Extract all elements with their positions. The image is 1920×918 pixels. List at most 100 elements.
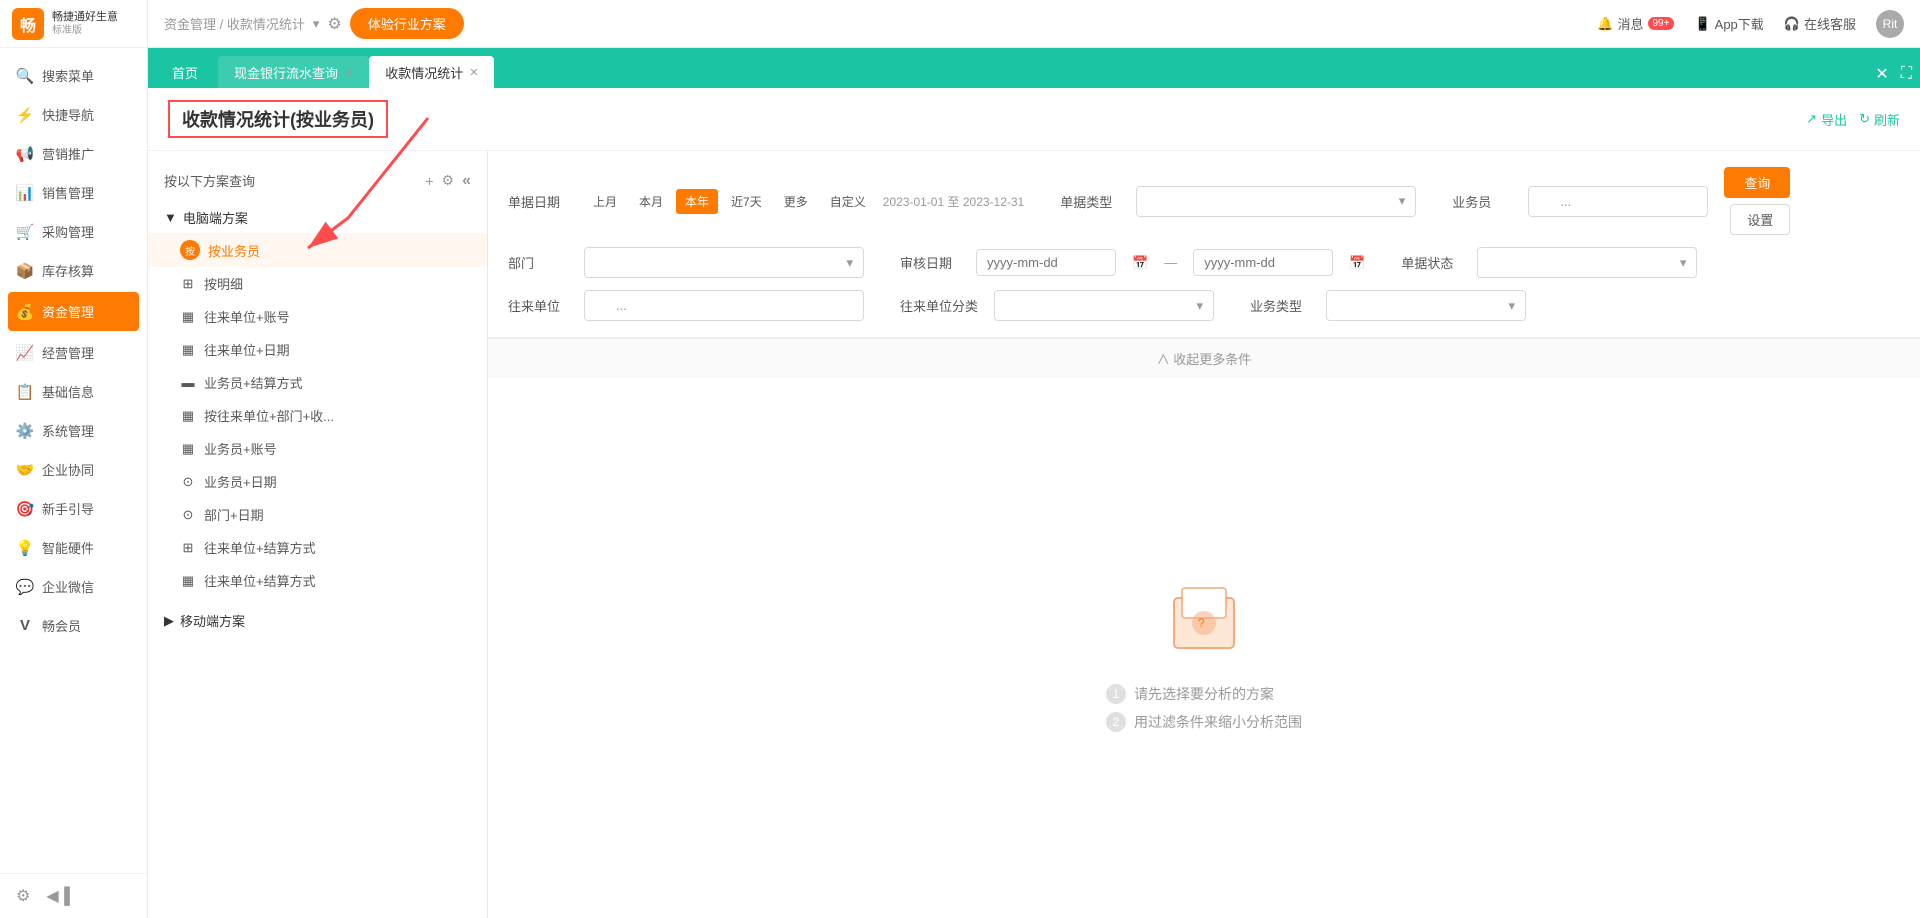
voucher-type-label: 单据类型 <box>1060 192 1120 211</box>
close-window-icon[interactable]: ✕ <box>1875 64 1888 84</box>
close-bank-flow-icon[interactable]: ✕ <box>344 66 353 79</box>
plan-item-dept-date[interactable]: ⊙ 部门+日期 <box>148 498 487 531</box>
sidebar-item-quick-nav[interactable]: ⚡ 快捷导航 <box>0 95 147 134</box>
sidebar-item-search-menu[interactable]: 🔍 搜索菜单 <box>0 56 147 95</box>
bar-chart-icon: ▬ <box>180 375 196 391</box>
plan-item-salesperson-settlement[interactable]: ▬ 业务员+结算方式 <box>148 366 487 399</box>
department-label: 部门 <box>508 253 568 272</box>
filter-section: 单据日期 上月 本月 本年 近7天 更多 自定义 2023-01-01 至 20… <box>488 151 1920 338</box>
desktop-section-toggle[interactable]: ▼ 电脑端方案 <box>148 202 487 233</box>
page-header: 收款情况统计(按业务员) ↗ 导出 ↻ 刷新 <box>148 88 1920 151</box>
settings-bottom-icon[interactable]: ⚙ <box>16 886 30 906</box>
plan-item-by-detail[interactable]: ⊞ 按明细 <box>148 267 487 300</box>
sidebar-item-marketing[interactable]: 📢 营销推广 <box>0 134 147 173</box>
plan-item-counterpart-settlement-2[interactable]: ▦ 往来单位+结算方式 <box>148 564 487 597</box>
mobile-section-toggle[interactable]: ▶ 移动端方案 <box>148 605 487 636</box>
shortcut-this-month[interactable]: 本月 <box>630 189 672 214</box>
tab-collection-stats[interactable]: 收款情况统计 ✕ <box>369 56 494 88</box>
status-select[interactable]: ▾ <box>1477 247 1697 278</box>
tabs-bar: 首页 现金银行流水查询 ✕ 收款情况统计 ✕ ✕ ⛶ <box>148 48 1920 88</box>
plan-item-counterpart-date[interactable]: ▦ 往来单位+日期 <box>148 333 487 366</box>
date-shortcuts: 上月 本月 本年 近7天 更多 自定义 2023-01-01 至 2023-12… <box>584 189 1024 214</box>
voucher-type-select[interactable]: ▾ <box>1136 186 1416 217</box>
sidebar-item-cooperation[interactable]: 🤝 企业协同 <box>0 450 147 489</box>
date-label: 单据日期 <box>508 192 568 211</box>
plan-item-salesperson-date[interactable]: ⊙ 业务员+日期 <box>148 465 487 498</box>
sidebar-item-inventory[interactable]: 📦 库存核算 <box>0 251 147 290</box>
query-btn[interactable]: 查询 <box>1724 167 1790 198</box>
svg-text:?: ? <box>1198 616 1205 630</box>
plan-settings-icon[interactable]: ⚙ <box>442 172 455 189</box>
message-btn[interactable]: 🔔 消息 99+ <box>1597 14 1674 33</box>
collapse-sidebar-icon[interactable]: ◀▐ <box>46 886 70 906</box>
gear-icon: ⚙️ <box>16 422 34 440</box>
maximize-icon[interactable]: ⛶ <box>1901 65 1912 83</box>
plan-item-by-salesperson[interactable]: 按 按业务员 <box>148 233 487 267</box>
expand-icon: ▼ <box>164 210 177 225</box>
business-type-select[interactable]: ▾ <box>1326 290 1526 321</box>
tab-home[interactable]: 首页 <box>156 56 214 88</box>
sidebar-item-hardware[interactable]: 💡 智能硬件 <box>0 528 147 567</box>
salesperson-select[interactable]: ... <box>1528 186 1708 217</box>
sidebar-item-finance[interactable]: 💰 资金管理 <box>8 292 139 331</box>
tab-bank-flow[interactable]: 现金银行流水查询 ✕ <box>218 56 369 88</box>
review-date-to[interactable] <box>1193 249 1333 276</box>
business-type-label: 业务类型 <box>1250 296 1310 315</box>
logo-icon: 畅 <box>12 8 44 40</box>
app-download-btn[interactable]: 📱 App下载 <box>1694 14 1763 33</box>
vip-icon: V <box>16 617 34 635</box>
sidebar-item-purchase[interactable]: 🛒 采购管理 <box>0 212 147 251</box>
department-select[interactable]: ▾ <box>584 247 864 278</box>
sidebar-item-basic-info[interactable]: 📋 基础信息 <box>0 372 147 411</box>
header: 资金管理 / 收款情况统计 ▾ ⚙ 体验行业方案 🔔 消息 99+ 📱 App下… <box>148 0 1920 48</box>
refresh-btn[interactable]: ↻ 刷新 <box>1859 110 1900 129</box>
add-plan-btn[interactable]: + <box>425 173 433 189</box>
search-icon: 🔍 <box>16 67 34 85</box>
shortcut-7days[interactable]: 近7天 <box>722 189 771 214</box>
calendar-icon-to[interactable]: 📅 <box>1349 255 1365 271</box>
chart-icon: 📊 <box>16 184 34 202</box>
plan-item-counterpart-account[interactable]: ▦ 往来单位+账号 <box>148 300 487 333</box>
counterpart-label: 往来单位 <box>508 296 568 315</box>
shortcut-more[interactable]: 更多 <box>775 189 817 214</box>
logo-text: 畅捷通好生意 标准版 <box>52 10 118 37</box>
plan-item-counterpart-settlement-1[interactable]: ⊞ 往来单位+结算方式 <box>148 531 487 564</box>
handshake-icon: 🤝 <box>16 461 34 479</box>
close-collection-stats-icon[interactable]: ✕ <box>469 66 478 79</box>
counterpart-category-select[interactable]: ▾ <box>994 290 1214 321</box>
business-type-arrow-icon: ▾ <box>1508 298 1515 314</box>
sidebar-item-guide[interactable]: 🎯 新手引导 <box>0 489 147 528</box>
calendar-icon-from[interactable]: 📅 <box>1132 255 1148 271</box>
user-avatar[interactable]: Rit <box>1876 10 1904 38</box>
export-btn[interactable]: ↗ 导出 <box>1806 110 1847 129</box>
target-icon: 🎯 <box>16 500 34 518</box>
table-icon-3: ▦ <box>180 408 196 424</box>
online-service-btn[interactable]: 🎧 在线客服 <box>1784 14 1856 33</box>
header-gear-icon[interactable]: ⚙ <box>327 14 341 34</box>
sidebar-item-system[interactable]: ⚙️ 系统管理 <box>0 411 147 450</box>
shortcut-last-month[interactable]: 上月 <box>584 189 626 214</box>
shortcut-custom[interactable]: 自定义 <box>821 189 875 214</box>
sidebar-item-operations[interactable]: 📈 经营管理 <box>0 333 147 372</box>
settings-btn[interactable]: 设置 <box>1730 204 1790 235</box>
sidebar-item-wechat[interactable]: 💬 企业微信 <box>0 567 147 606</box>
money-icon: 💰 <box>16 303 34 321</box>
counterpart-select[interactable]: ... <box>584 290 864 321</box>
salesperson-more-icon[interactable]: ... <box>1560 194 1571 209</box>
trial-btn[interactable]: 体验行业方案 <box>350 8 464 39</box>
right-panel: 单据日期 上月 本月 本年 近7天 更多 自定义 2023-01-01 至 20… <box>488 151 1920 918</box>
collapse-more-conditions[interactable]: ∧ 收起更多条件 <box>488 338 1920 378</box>
sidebar-item-vip[interactable]: V 畅会员 <box>0 606 147 645</box>
plan-item-by-counterpart-dept[interactable]: ▦ 按往来单位+部门+收... <box>148 399 487 432</box>
status-label: 单据状态 <box>1401 253 1461 272</box>
counterpart-more-icon[interactable]: ... <box>616 298 627 313</box>
shortcut-this-year[interactable]: 本年 <box>676 189 718 214</box>
step-2-num: 2 <box>1106 712 1126 732</box>
sidebar-item-sales[interactable]: 📊 销售管理 <box>0 173 147 212</box>
breadcrumb-dropdown-icon[interactable]: ▾ <box>313 16 320 32</box>
review-date-from[interactable] <box>976 249 1116 276</box>
page-actions: ↗ 导出 ↻ 刷新 <box>1806 110 1900 129</box>
collapse-panel-icon[interactable]: « <box>462 172 471 190</box>
plan-item-salesperson-account[interactable]: ▦ 业务员+账号 <box>148 432 487 465</box>
content-layout: 按以下方案查询 + ⚙ « ▼ 电脑端方案 按 按业务员 ⊞ 按明细 <box>148 151 1920 918</box>
